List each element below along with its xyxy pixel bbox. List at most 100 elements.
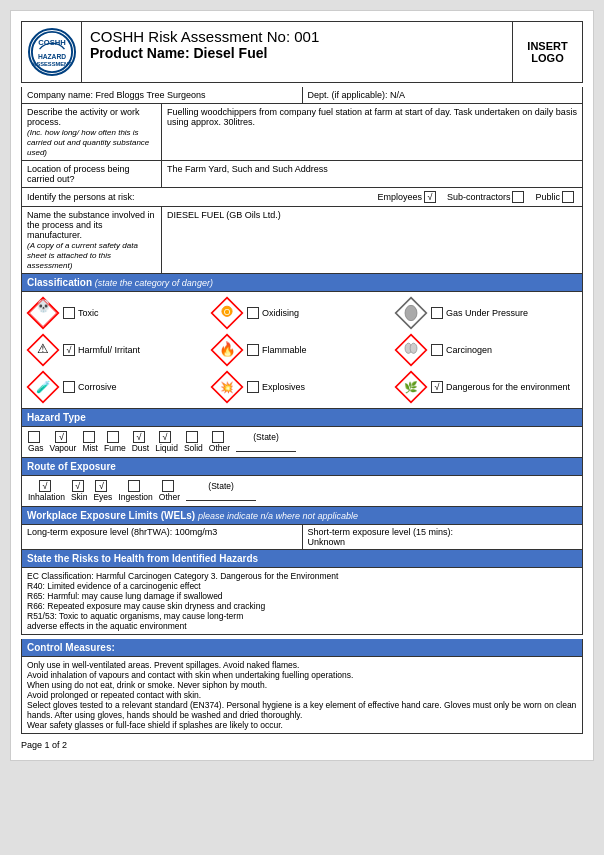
page-number: Page 1 of 2 xyxy=(21,740,67,750)
header-title: COSHH Risk Assessment No: 001 xyxy=(90,28,504,45)
route-state-label: (State) xyxy=(208,481,234,491)
company-name: Company name: Fred Bloggs Tree Surgeons xyxy=(22,87,303,103)
route-other-checkbox[interactable] xyxy=(162,480,174,492)
class-toxic: 💀 Toxic xyxy=(26,296,210,330)
class-harmful: ⚠ √ Harmful/ Irritant xyxy=(26,333,210,367)
hazard-mist-checkbox[interactable] xyxy=(83,431,95,443)
gas-checkbox[interactable] xyxy=(431,307,443,319)
wels-header: Workplace Exposure Limits (WELs) please … xyxy=(21,507,583,525)
flammable-checkbox[interactable] xyxy=(247,344,259,356)
route-skin: √ Skin xyxy=(71,480,88,502)
route-state: (State) xyxy=(186,481,256,501)
route-eyes: √ Eyes xyxy=(93,480,112,502)
header-title-prefix: COSHH xyxy=(90,28,144,45)
hazard-vapour: √ Vapour xyxy=(50,431,77,453)
svg-text:🔥: 🔥 xyxy=(219,341,236,358)
flammable-label: Flammable xyxy=(262,345,394,355)
subcontractors-check-item: Sub-contractors xyxy=(447,191,528,203)
class-row-2: ⚠ √ Harmful/ Irritant 🔥 Flammable xyxy=(26,333,578,367)
carcinogen-icon xyxy=(394,333,428,367)
hazard-mist: Mist xyxy=(82,431,98,453)
corrosive-checkbox[interactable] xyxy=(63,381,75,393)
route-inhalation-checkbox[interactable]: √ xyxy=(39,480,51,492)
hazard-dust: √ Dust xyxy=(132,431,149,453)
class-gas: Gas Under Pressure xyxy=(394,296,578,330)
route-section: √ Inhalation √ Skin √ Eyes Ingestion Oth… xyxy=(21,476,583,507)
route-ingestion: Ingestion xyxy=(118,480,153,502)
subcontractors-checkbox[interactable] xyxy=(512,191,524,203)
hazard-state-label: (State) xyxy=(253,432,279,442)
insert-logo: INSERTLOGO xyxy=(512,22,582,82)
hazard-fume-checkbox[interactable] xyxy=(107,431,119,443)
subcontractors-label: Sub-contractors xyxy=(447,192,511,202)
hazard-dust-label: Dust xyxy=(132,443,149,453)
header: COSHH HAZARD ASSESSMENT COSHH Risk Asses… xyxy=(21,21,583,83)
hazard-other: Other xyxy=(209,431,230,453)
class-row-3: 🧪 Corrosive 💥 Explosives 🌿 √ Dan xyxy=(26,370,578,404)
describe-content: Fuelling woodchippers from company fuel … xyxy=(162,104,582,160)
hazard-other-checkbox[interactable] xyxy=(212,431,224,443)
route-other: Other xyxy=(159,480,180,502)
state-risks-header: State the Risks to Health from Identifie… xyxy=(21,550,583,568)
persons-row: Identify the persons at risk: Employees … xyxy=(21,188,583,207)
hazard-mist-label: Mist xyxy=(82,443,98,453)
persons-label: Identify the persons at risk: xyxy=(27,192,367,202)
hazard-state-line xyxy=(236,442,296,452)
class-carcinogen: Carcinogen xyxy=(394,333,578,367)
wels-row: Long-term exposure level (8hrTWA): 100mg… xyxy=(21,525,583,550)
route-ingestion-checkbox[interactable] xyxy=(128,480,140,492)
environment-icon: 🌿 xyxy=(394,370,428,404)
employees-checkbox[interactable]: √ xyxy=(424,191,436,203)
hazard-gas-checkbox[interactable] xyxy=(28,431,40,443)
classification-header: Classification (state the category of da… xyxy=(21,274,583,292)
svg-text:⚠: ⚠ xyxy=(37,341,49,356)
route-eyes-checkbox[interactable]: √ xyxy=(95,480,107,492)
state-risks-line-2: R40: Limited evidence of a carcinogenic … xyxy=(27,581,577,591)
classification-grid: 💀 Toxic O Oxidising xyxy=(21,292,583,409)
hazard-type-row: Gas √ Vapour Mist Fume √ Dust √ Liquid xyxy=(28,431,576,453)
explosive-checkbox[interactable] xyxy=(247,381,259,393)
class-oxidising: O Oxidising xyxy=(210,296,394,330)
header-subtitle-value: Diesel Fuel xyxy=(193,45,267,61)
class-flammable: 🔥 Flammable xyxy=(210,333,394,367)
control-line-6: Wear safety glasses or full-face shield … xyxy=(27,720,577,730)
environment-checkbox[interactable]: √ xyxy=(431,381,443,393)
hazard-vapour-label: Vapour xyxy=(50,443,77,453)
public-label: Public xyxy=(535,192,560,202)
toxic-checkbox[interactable] xyxy=(63,307,75,319)
svg-text:🌿: 🌿 xyxy=(404,380,418,394)
route-skin-checkbox[interactable]: √ xyxy=(72,480,84,492)
hazard-dust-checkbox[interactable]: √ xyxy=(133,431,145,443)
route-header: Route of Exposure xyxy=(21,458,583,476)
carcinogen-checkbox[interactable] xyxy=(431,344,443,356)
hazard-liquid-checkbox[interactable]: √ xyxy=(159,431,171,443)
oxidising-checkbox[interactable] xyxy=(247,307,259,319)
svg-point-18 xyxy=(410,343,417,353)
route-inhalation-label: Inhalation xyxy=(28,492,65,502)
location-content: The Farm Yard, Such and Such Address xyxy=(162,161,582,187)
harmful-icon: ⚠ xyxy=(26,333,60,367)
header-title-suffix: Risk Assessment No: 001 xyxy=(144,28,319,45)
route-row: √ Inhalation √ Skin √ Eyes Ingestion Oth… xyxy=(28,480,576,502)
public-checkbox[interactable] xyxy=(562,191,574,203)
hazard-state: (State) xyxy=(236,432,296,452)
state-risks-line-6: adverse effects in the aquatic environme… xyxy=(27,621,577,631)
control-line-1: Only use in well-ventilated areas. Preve… xyxy=(27,660,577,670)
class-environment: 🌿 √ Dangerous for the environment xyxy=(394,370,578,404)
svg-point-11 xyxy=(405,305,417,320)
svg-text:HAZARD: HAZARD xyxy=(37,53,65,60)
hazard-other-label: Other xyxy=(209,443,230,453)
gas-label: Gas Under Pressure xyxy=(446,308,578,318)
employees-check-item: Employees √ xyxy=(377,191,439,203)
public-check-item: Public xyxy=(535,191,577,203)
harmful-checkbox[interactable]: √ xyxy=(63,344,75,356)
svg-text:O: O xyxy=(224,307,231,317)
header-main: COSHH Risk Assessment No: 001 Product Na… xyxy=(82,22,512,82)
hazard-solid-checkbox[interactable] xyxy=(186,431,198,443)
hazard-fume: Fume xyxy=(104,431,126,453)
describe-label: Describe the activity or work process. (… xyxy=(22,104,162,160)
flammable-icon: 🔥 xyxy=(210,333,244,367)
coshh-logo: COSHH HAZARD ASSESSMENT xyxy=(28,28,76,76)
hazard-vapour-checkbox[interactable]: √ xyxy=(55,431,67,443)
route-state-line xyxy=(186,491,256,501)
